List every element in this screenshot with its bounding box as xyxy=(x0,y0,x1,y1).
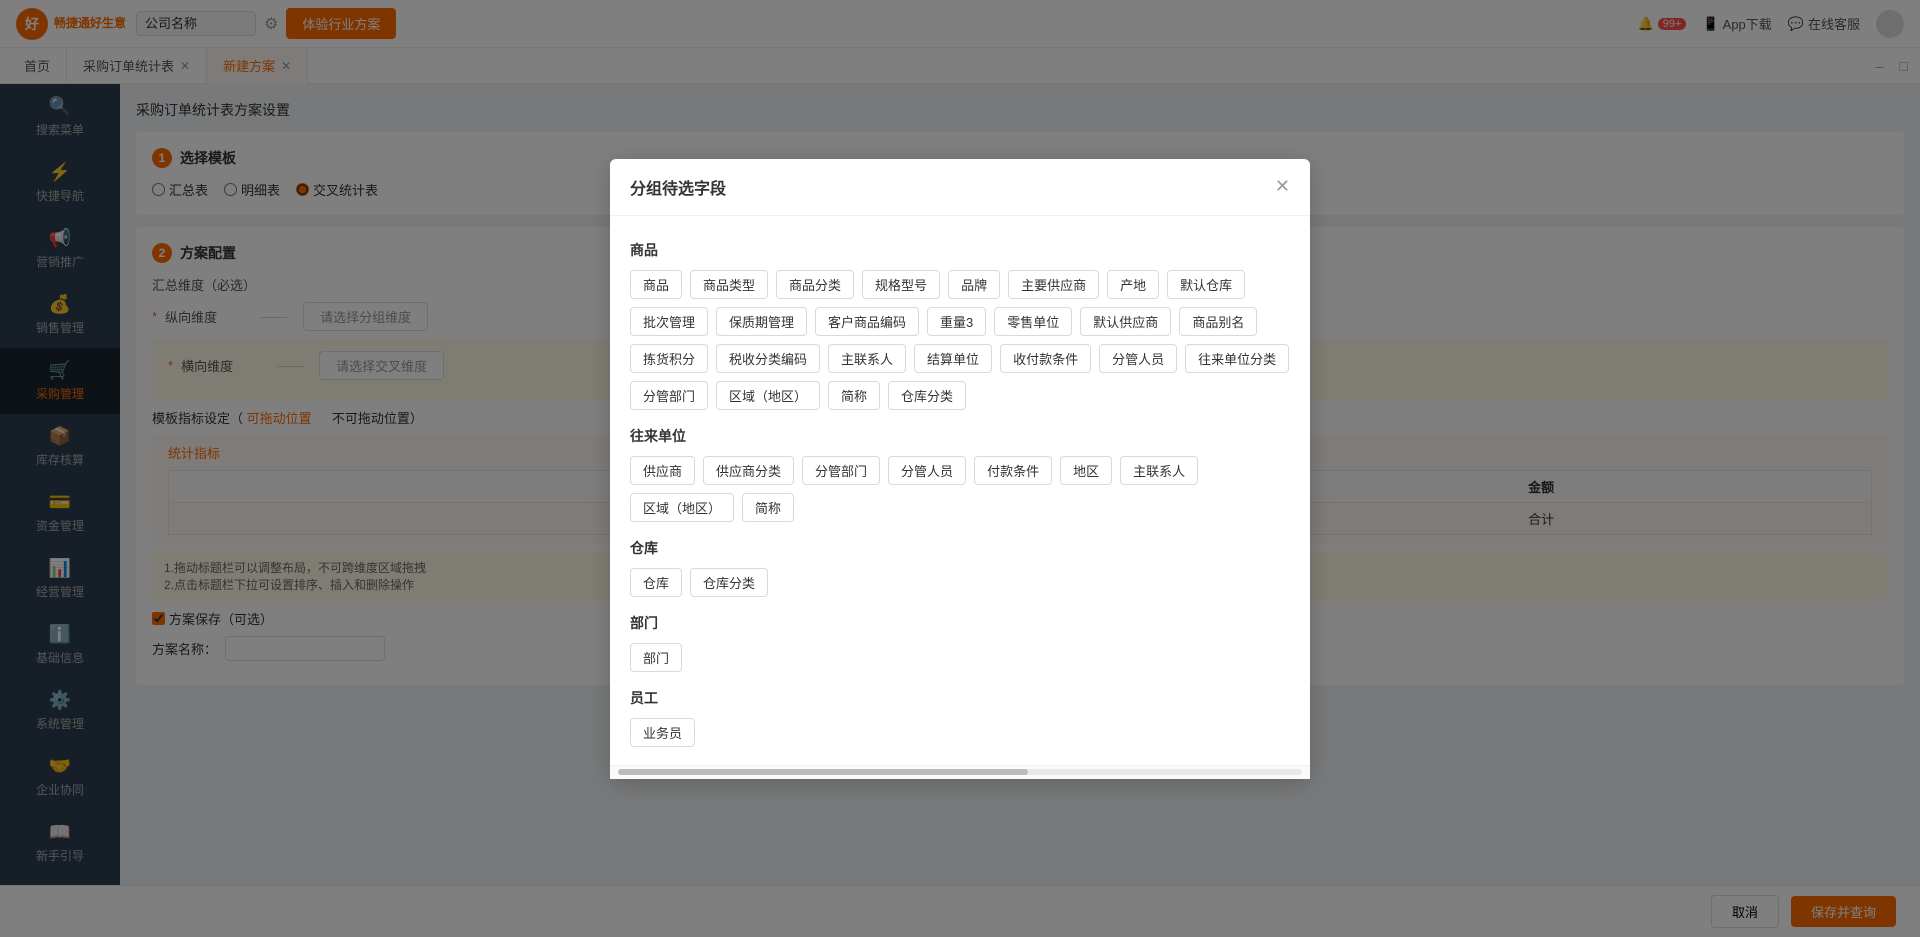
field-chip-0-17[interactable]: 主联系人 xyxy=(828,344,906,373)
field-chip-0-1[interactable]: 商品类型 xyxy=(690,270,768,299)
field-chip-0-21[interactable]: 往来单位分类 xyxy=(1185,344,1289,373)
field-chip-1-1[interactable]: 供应商分类 xyxy=(703,456,794,485)
field-chip-0-2[interactable]: 商品分类 xyxy=(776,270,854,299)
horizontal-scrollbar-thumb[interactable] xyxy=(618,769,1028,775)
field-chip-0-22[interactable]: 分管部门 xyxy=(630,381,708,410)
field-chip-3-0[interactable]: 部门 xyxy=(630,643,682,672)
section-title-0: 商品 xyxy=(630,240,1290,260)
field-grid-4: 业务员 xyxy=(630,718,1290,747)
field-chip-4-0[interactable]: 业务员 xyxy=(630,718,695,747)
field-chip-0-13[interactable]: 默认供应商 xyxy=(1080,307,1171,336)
field-grid-3: 部门 xyxy=(630,643,1290,672)
field-chip-0-15[interactable]: 拣货积分 xyxy=(630,344,708,373)
field-selection-dialog: 分组待选字段 ✕ 商品商品商品类型商品分类规格型号品牌主要供应商产地默认仓库批次… xyxy=(610,159,1310,779)
field-chip-1-8[interactable]: 简称 xyxy=(742,493,794,522)
field-chip-0-8[interactable]: 批次管理 xyxy=(630,307,708,336)
field-chip-0-24[interactable]: 简称 xyxy=(828,381,880,410)
field-chip-0-18[interactable]: 结算单位 xyxy=(914,344,992,373)
section-title-4: 员工 xyxy=(630,688,1290,708)
field-chip-0-0[interactable]: 商品 xyxy=(630,270,682,299)
field-chip-0-4[interactable]: 品牌 xyxy=(948,270,1000,299)
field-grid-2: 仓库仓库分类 xyxy=(630,568,1290,597)
field-chip-0-23[interactable]: 区域（地区） xyxy=(716,381,820,410)
field-grid-1: 供应商供应商分类分管部门分管人员付款条件地区主联系人区域（地区） 简称 xyxy=(630,456,1290,522)
field-chip-0-10[interactable]: 客户商品编码 xyxy=(815,307,919,336)
dialog-title: 分组待选字段 xyxy=(630,175,726,199)
field-chip-0-20[interactable]: 分管人员 xyxy=(1099,344,1177,373)
field-chip-0-14[interactable]: 商品别名 xyxy=(1179,307,1257,336)
field-chip-2-1[interactable]: 仓库分类 xyxy=(690,568,768,597)
field-chip-0-9[interactable]: 保质期管理 xyxy=(716,307,807,336)
field-chip-1-5[interactable]: 地区 xyxy=(1060,456,1112,485)
dialog-header: 分组待选字段 ✕ xyxy=(610,159,1310,216)
field-chip-1-2[interactable]: 分管部门 xyxy=(802,456,880,485)
field-chip-0-25[interactable]: 仓库分类 xyxy=(888,381,966,410)
field-grid-0: 商品商品类型商品分类规格型号品牌主要供应商产地默认仓库批次管理保质期管理客户商品… xyxy=(630,270,1290,410)
field-chip-0-19[interactable]: 收付款条件 xyxy=(1000,344,1091,373)
dialog-footer-scrollbar xyxy=(610,765,1310,779)
field-chip-2-0[interactable]: 仓库 xyxy=(630,568,682,597)
field-chip-1-4[interactable]: 付款条件 xyxy=(974,456,1052,485)
field-chip-0-7[interactable]: 默认仓库 xyxy=(1167,270,1245,299)
section-title-3: 部门 xyxy=(630,613,1290,633)
field-chip-1-7[interactable]: 区域（地区） xyxy=(630,493,734,522)
field-chip-1-3[interactable]: 分管人员 xyxy=(888,456,966,485)
field-chip-1-6[interactable]: 主联系人 xyxy=(1120,456,1198,485)
dialog-close-button[interactable]: ✕ xyxy=(1275,176,1290,197)
section-title-1: 往来单位 xyxy=(630,426,1290,446)
dialog-body: 商品商品商品类型商品分类规格型号品牌主要供应商产地默认仓库批次管理保质期管理客户… xyxy=(610,216,1310,765)
field-chip-0-16[interactable]: 税收分类编码 xyxy=(716,344,820,373)
field-chip-1-0[interactable]: 供应商 xyxy=(630,456,695,485)
field-chip-0-5[interactable]: 主要供应商 xyxy=(1008,270,1099,299)
field-chip-0-12[interactable]: 零售单位 xyxy=(994,307,1072,336)
field-chip-0-6[interactable]: 产地 xyxy=(1107,270,1159,299)
section-title-2: 仓库 xyxy=(630,538,1290,558)
field-chip-0-11[interactable]: 重量3 xyxy=(927,307,986,336)
field-chip-0-3[interactable]: 规格型号 xyxy=(862,270,940,299)
